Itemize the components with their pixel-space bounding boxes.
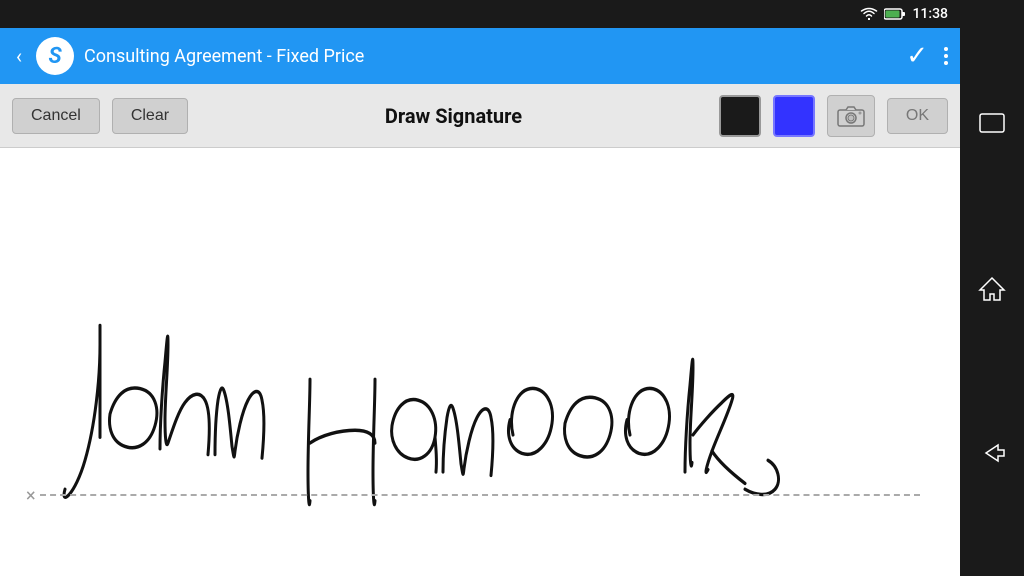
back-button-nav[interactable] — [972, 433, 1012, 473]
home-icon — [978, 274, 1006, 302]
x-mark: × — [26, 486, 36, 507]
recent-apps-button[interactable] — [972, 103, 1012, 143]
more-options-button[interactable] — [944, 47, 948, 65]
side-nav — [960, 0, 1024, 576]
app-logo: S — [36, 37, 74, 75]
ok-button[interactable]: OK — [887, 98, 948, 134]
home-button[interactable] — [972, 268, 1012, 308]
camera-icon — [837, 105, 865, 127]
signature-area[interactable]: × — [0, 148, 960, 576]
cancel-button[interactable]: Cancel — [12, 98, 100, 134]
status-bar: 11:38 — [0, 0, 960, 28]
recent-apps-icon — [978, 112, 1006, 134]
color-black-swatch[interactable] — [719, 95, 761, 137]
back-button[interactable]: ‹ — [12, 40, 26, 72]
signature-canvas[interactable] — [0, 148, 960, 576]
app-area: 11:38 ‹ S Consulting Agreement - Fixed P… — [0, 0, 960, 576]
toolbar: Cancel Clear Draw Signature OK — [0, 84, 960, 148]
signature-baseline — [40, 494, 920, 496]
wifi-icon — [860, 7, 878, 21]
status-icons: 11:38 — [860, 6, 948, 22]
camera-button[interactable] — [827, 95, 875, 137]
clear-button[interactable]: Clear — [112, 98, 188, 134]
battery-icon — [884, 8, 906, 20]
color-blue-swatch[interactable] — [773, 95, 815, 137]
top-bar-actions: ✓ — [906, 41, 948, 71]
app-title: Consulting Agreement - Fixed Price — [84, 46, 896, 67]
back-icon — [978, 441, 1006, 465]
confirm-button[interactable]: ✓ — [906, 41, 928, 71]
top-bar: ‹ S Consulting Agreement - Fixed Price ✓ — [0, 28, 960, 84]
status-time: 11:38 — [912, 6, 948, 22]
draw-signature-label: Draw Signature — [200, 104, 707, 128]
